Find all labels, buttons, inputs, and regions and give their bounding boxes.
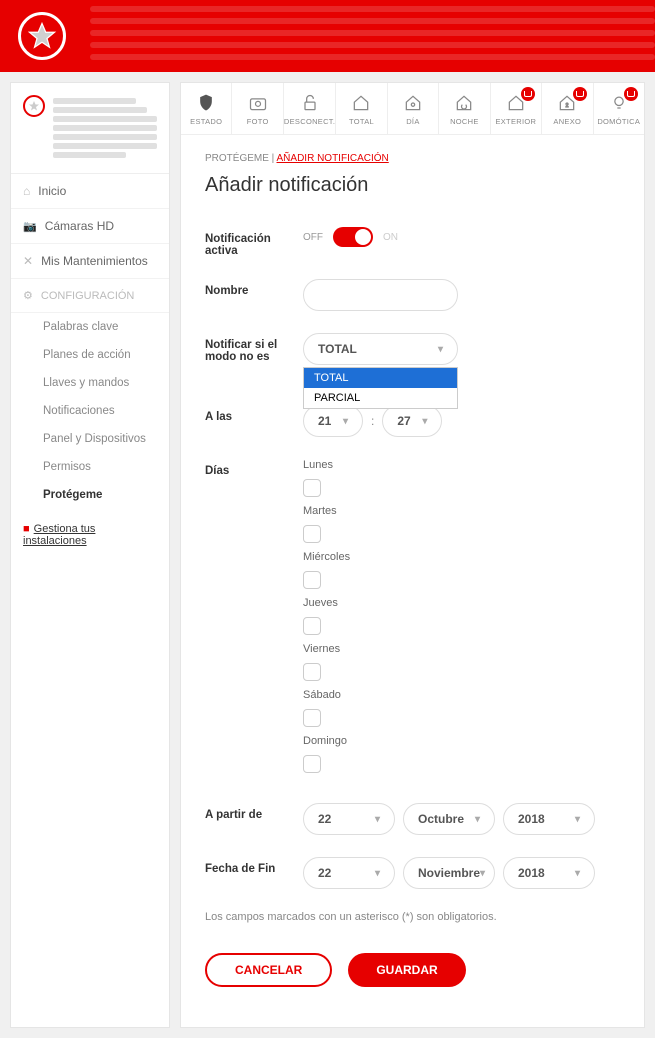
select-minute[interactable]: 27▾ — [382, 405, 442, 437]
chevron-down-icon: ▾ — [480, 868, 485, 879]
breadcrumb: PROTÉGEME | AÑADIR NOTIFICACIÓN — [205, 153, 620, 164]
nav-mantenimientos[interactable]: Mis Mantenimientos — [11, 244, 169, 279]
chevron-down-icon: ▾ — [475, 814, 480, 825]
sidebar: Inicio Cámaras HD Mis Mantenimientos CON… — [10, 82, 170, 1028]
sub-permisos[interactable]: Permisos — [11, 453, 169, 481]
chk-martes[interactable] — [303, 525, 321, 543]
chk-domingo[interactable] — [303, 755, 321, 773]
mode-toolbar: ESTADO FOTO DESCONECT. TOTAL DÍA NOCHE E… — [181, 83, 644, 135]
tool-domotica[interactable]: DOMÓTICA — [594, 83, 644, 134]
option-parcial[interactable]: PARCIAL — [304, 388, 457, 408]
camera-icon — [248, 93, 268, 113]
save-button[interactable]: GUARDAR — [348, 953, 465, 987]
label-viernes: Viernes — [303, 643, 620, 655]
chk-viernes[interactable] — [303, 663, 321, 681]
chk-jueves[interactable] — [303, 617, 321, 635]
select-desde-dia[interactable]: 22▾ — [303, 803, 395, 835]
label-lunes: Lunes — [303, 459, 620, 471]
toggle-activa[interactable] — [333, 227, 373, 247]
label-martes: Martes — [303, 505, 620, 517]
chevron-down-icon: ▾ — [438, 344, 443, 355]
chevron-down-icon: ▾ — [343, 416, 348, 427]
top-bar — [0, 0, 655, 72]
label-nombre: Nombre — [205, 279, 303, 297]
sub-planes[interactable]: Planes de acción — [11, 341, 169, 369]
tool-noche[interactable]: NOCHE — [439, 83, 490, 134]
sub-palabras[interactable]: Palabras clave — [11, 313, 169, 341]
home-icon — [23, 184, 30, 198]
cart-badge-icon — [624, 87, 638, 101]
label-modo: Notificar si el modo no es — [205, 333, 303, 363]
toggle-on-label: ON — [383, 232, 398, 243]
main-panel: ESTADO FOTO DESCONECT. TOTAL DÍA NOCHE E… — [180, 82, 645, 1028]
input-nombre[interactable] — [303, 279, 458, 311]
header-stripes — [90, 0, 655, 72]
label-domingo: Domingo — [303, 735, 620, 747]
label-sabado: Sábado — [303, 689, 620, 701]
dropdown-modo: TOTAL PARCIAL — [303, 367, 458, 409]
label-dias: Días — [205, 459, 303, 477]
tool-estado[interactable]: ESTADO — [181, 83, 232, 134]
sub-panel[interactable]: Panel y Dispositivos — [11, 425, 169, 453]
unlock-icon — [300, 93, 320, 113]
required-note: Los campos marcados con un asterisco (*)… — [205, 911, 620, 923]
label-hasta: Fecha de Fin — [205, 857, 303, 875]
chevron-down-icon: ▾ — [575, 868, 580, 879]
tools-icon — [23, 254, 33, 268]
label-alas: A las — [205, 405, 303, 423]
option-total[interactable]: TOTAL — [304, 368, 457, 388]
sub-llaves[interactable]: Llaves y mandos — [11, 369, 169, 397]
sidebar-header — [11, 83, 169, 174]
tool-exterior[interactable]: EXTERIOR — [491, 83, 542, 134]
sidebar-logo — [23, 95, 45, 117]
label-desde: A partir de — [205, 803, 303, 821]
tool-total[interactable]: TOTAL — [336, 83, 387, 134]
select-hasta-dia[interactable]: 22▾ — [303, 857, 395, 889]
select-modo[interactable]: TOTAL▾ — [303, 333, 458, 365]
select-desde-mes[interactable]: Octubre▾ — [403, 803, 495, 835]
chevron-down-icon: ▾ — [422, 416, 427, 427]
breadcrumb-link[interactable]: AÑADIR NOTIFICACIÓN — [277, 153, 389, 164]
shield-icon — [196, 93, 216, 113]
chk-sabado[interactable] — [303, 709, 321, 727]
sub-protegeme[interactable]: Protégeme — [11, 481, 169, 509]
house-night-icon — [454, 93, 474, 113]
sub-notificaciones[interactable]: Notificaciones — [11, 397, 169, 425]
nav-camaras[interactable]: Cámaras HD — [11, 209, 169, 244]
tool-dia[interactable]: DÍA — [388, 83, 439, 134]
camera-icon — [23, 219, 37, 233]
cart-badge-icon — [521, 87, 535, 101]
house-day-icon — [403, 93, 423, 113]
select-hasta-mes[interactable]: Noviembre▾ — [403, 857, 495, 889]
chk-lunes[interactable] — [303, 479, 321, 497]
gear-icon — [23, 289, 33, 302]
label-jueves: Jueves — [303, 597, 620, 609]
label-activa: Notificación activa — [205, 227, 303, 257]
tool-desconect[interactable]: DESCONECT. — [284, 83, 336, 134]
sidebar-footer-link[interactable]: ■Gestiona tus instalaciones — [11, 509, 169, 561]
select-hasta-ano[interactable]: 2018▾ — [503, 857, 595, 889]
chk-miercoles[interactable] — [303, 571, 321, 589]
house-icon — [351, 93, 371, 113]
svg-text:2: 2 — [566, 103, 569, 109]
label-miercoles: Miércoles — [303, 551, 620, 563]
nav-configuracion[interactable]: CONFIGURACIÓN — [11, 279, 169, 313]
tool-anexo[interactable]: 2ANEXO — [542, 83, 593, 134]
cancel-button[interactable]: CANCELAR — [205, 953, 332, 987]
chevron-down-icon: ▾ — [375, 868, 380, 879]
chevron-down-icon: ▾ — [575, 814, 580, 825]
toggle-off-label: OFF — [303, 232, 323, 243]
tool-foto[interactable]: FOTO — [232, 83, 283, 134]
time-colon: : — [371, 414, 374, 428]
select-hour[interactable]: 21▾ — [303, 405, 363, 437]
select-desde-ano[interactable]: 2018▾ — [503, 803, 595, 835]
chevron-down-icon: ▾ — [375, 814, 380, 825]
brand-logo — [18, 12, 66, 60]
cart-badge-icon — [573, 87, 587, 101]
nav-inicio[interactable]: Inicio — [11, 174, 169, 209]
page-title: Añadir notificación — [205, 174, 620, 197]
